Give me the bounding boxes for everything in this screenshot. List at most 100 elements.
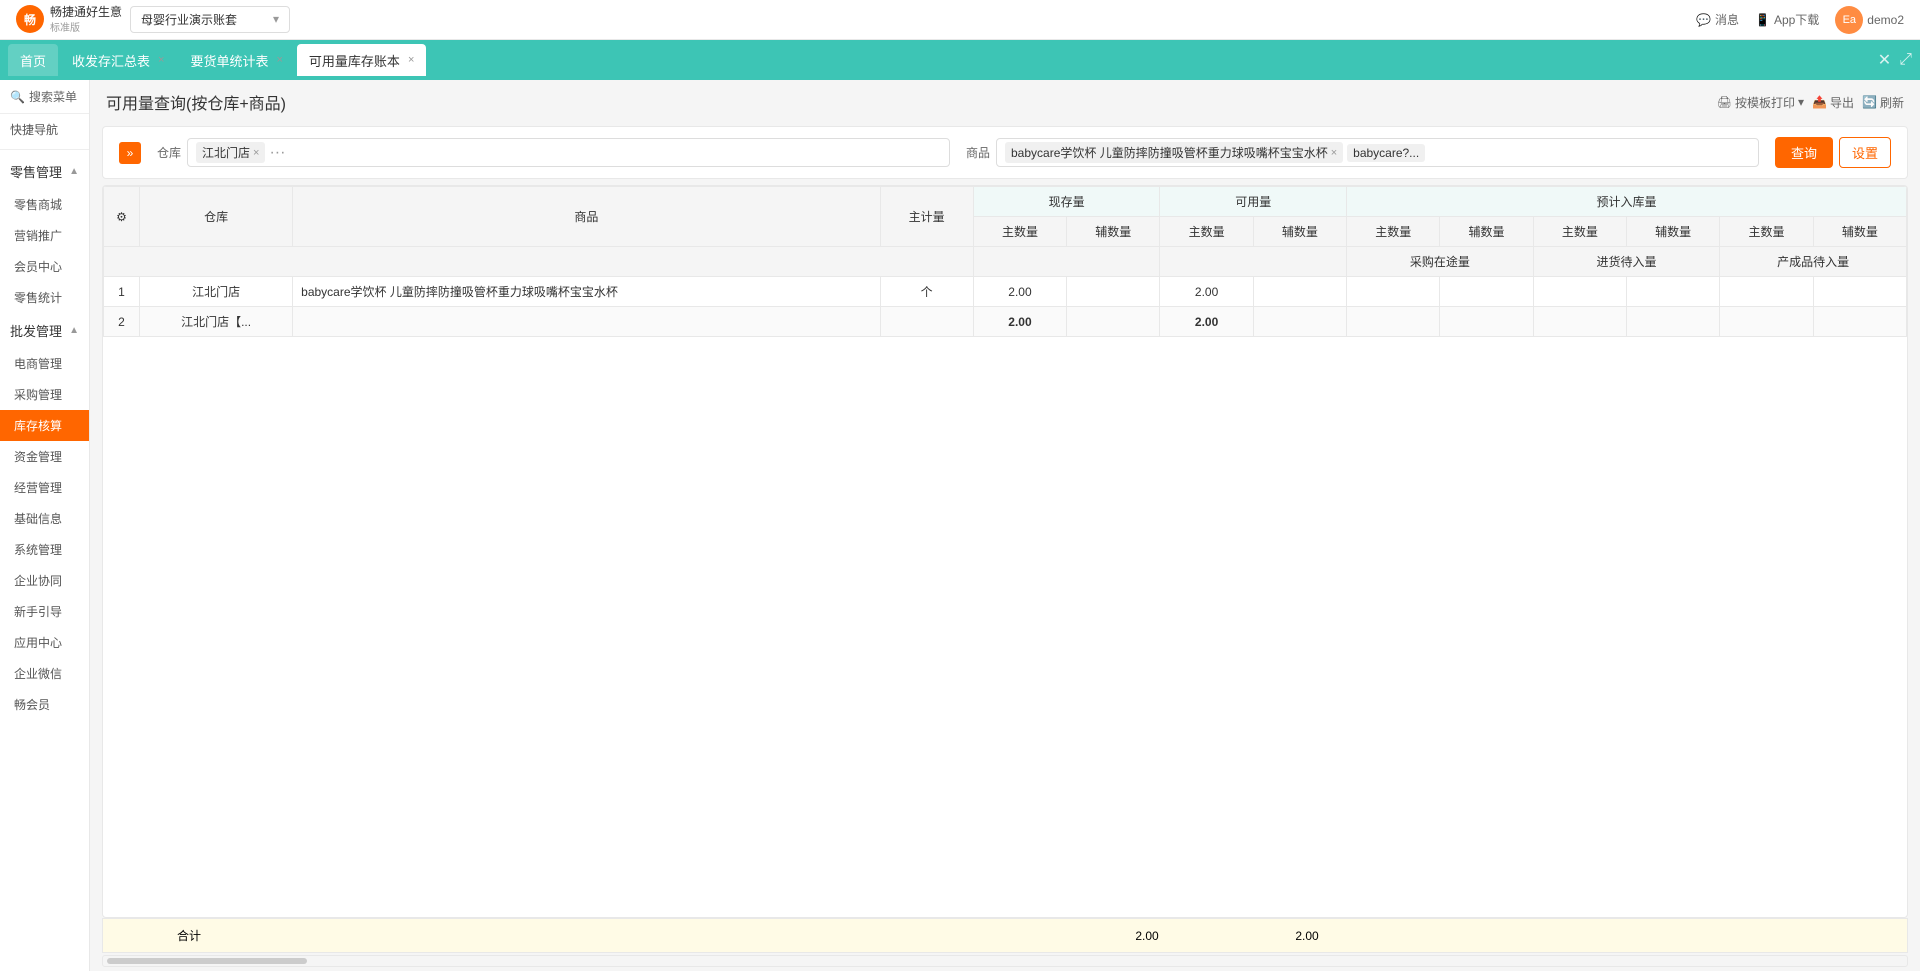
sidebar-item-collab[interactable]: 企业协同 — [0, 565, 89, 596]
avail-main-qty-header: 主数量 — [1160, 217, 1253, 247]
sidebar-item-marketing[interactable]: 营销推广 — [0, 220, 89, 251]
sidebar: 🔍 搜索菜单 快捷导航 零售管理 ▲ 零售商城 营销推广 会员中心 零售统计 批… — [0, 80, 90, 971]
subtotal-arrival-main — [1533, 307, 1626, 337]
subtotal-arrival-sub — [1627, 307, 1720, 337]
top-bar-left: 畅 畅捷通好生意 标准版 母婴行业演示账套 ▾ — [16, 5, 290, 34]
sidebar-item-wechat[interactable]: 企业微信 — [0, 658, 89, 689]
sidebar-item-quick-nav[interactable]: 快捷导航 — [0, 114, 89, 145]
top-bar-right: 💬 消息 📱 App下载 Ea demo2 — [1696, 6, 1904, 34]
subtotal-stock-main: 2.00 — [973, 307, 1066, 337]
filter-expand-button[interactable]: » — [119, 142, 141, 164]
sidebar-item-inventory[interactable]: 库存核算 — [0, 410, 89, 441]
search-menu-button[interactable]: 🔍 搜索菜单 — [0, 80, 89, 114]
tab-order-stats[interactable]: 要货单统计表 × — [178, 44, 294, 76]
table-row: 1 江北门店 babycare学饮杯 儿童防摔防撞吸管杯重力球吸嘴杯宝宝水杯 个… — [104, 277, 1907, 307]
subtotal-goods — [293, 307, 880, 337]
sidebar-divider — [0, 149, 89, 150]
purchase-transit-group-header: 采购在途量 — [1347, 247, 1534, 277]
scrollbar-thumb[interactable] — [107, 958, 307, 964]
warehouse-filter-group: 仓库 江北门店 × ··· — [157, 138, 950, 167]
tab-close-available-stock[interactable]: × — [408, 54, 414, 66]
message-button[interactable]: 💬 消息 — [1696, 11, 1739, 28]
warehouse-filter-input[interactable]: 江北门店 × ··· — [187, 138, 950, 167]
main-unit-header: 主计量 — [880, 187, 973, 247]
subtotal-no: 2 — [104, 307, 140, 337]
warehouse-filter-label: 仓库 — [157, 144, 181, 161]
settings-button[interactable]: 设置 — [1839, 137, 1891, 168]
industry-select[interactable]: 母婴行业演示账套 ▾ — [130, 6, 290, 33]
refresh-icon: 🔄 — [1862, 95, 1877, 109]
query-button[interactable]: 查询 — [1775, 137, 1833, 168]
arrival-pending-group-header: 进货待入量 — [1533, 247, 1720, 277]
warehouse-tag-jiangbei[interactable]: 江北门店 × — [196, 142, 265, 163]
stock-main-qty-header: 主数量 — [973, 217, 1066, 247]
sidebar-item-newbie[interactable]: 新手引导 — [0, 596, 89, 627]
remove-goods-tag[interactable]: × — [1331, 147, 1337, 159]
subtotal-warehouse: 江北门店【... — [140, 307, 293, 337]
gear-header[interactable]: ⚙ — [104, 187, 140, 247]
remove-warehouse-tag[interactable]: × — [253, 147, 259, 159]
warehouse-header: 仓库 — [140, 187, 293, 247]
subtotal-stock-sub — [1067, 307, 1160, 337]
subtotal-unit — [880, 307, 973, 337]
message-icon: 💬 — [1696, 13, 1711, 27]
page-actions: 🖨 按模板打印 ▾ 📤 导出 🔄 刷新 — [1717, 94, 1904, 111]
tab-close-summary[interactable]: × — [158, 54, 164, 66]
brand-icon: 畅 — [16, 5, 44, 33]
arrival-main-header: 主数量 — [1533, 217, 1626, 247]
page-title: 可用量查询(按仓库+商品) — [106, 90, 286, 114]
planned-in-header: 预计入库量 — [1347, 187, 1907, 217]
prod-main-header: 主数量 — [1720, 217, 1813, 247]
subtotal-prod-main — [1720, 307, 1813, 337]
sidebar-item-members[interactable]: 会员中心 — [0, 251, 89, 282]
brand-name: 畅捷通好生意 — [50, 5, 122, 19]
sidebar-item-basic-info[interactable]: 基础信息 — [0, 503, 89, 534]
sidebar-item-retail-stats[interactable]: 零售统计 — [0, 282, 89, 313]
tab-home[interactable]: 首页 — [8, 44, 58, 76]
current-stock-header: 现存量 — [973, 187, 1160, 217]
stock-sub-qty-header: 辅数量 — [1067, 217, 1160, 247]
goods-tag-babycare[interactable]: babycare学饮杯 儿童防摔防撞吸管杯重力球吸嘴杯宝宝水杯 × — [1005, 142, 1343, 163]
sidebar-item-purchase[interactable]: 采购管理 — [0, 379, 89, 410]
maximize-button[interactable]: ⤢ — [1899, 51, 1912, 69]
print-icon: 🖨 — [1717, 95, 1732, 109]
tab-available-stock[interactable]: 可用量库存账本 × — [297, 44, 426, 76]
tab-close-order-stats[interactable]: × — [276, 54, 282, 66]
user-menu[interactable]: Ea demo2 — [1835, 6, 1904, 34]
export-icon: 📤 — [1812, 95, 1827, 109]
goods-header: 商品 — [293, 187, 880, 247]
goods-tag-babycare2[interactable]: babycare?... — [1347, 144, 1425, 162]
template-print-button[interactable]: 🖨 按模板打印 ▾ — [1717, 94, 1804, 111]
sidebar-item-retail-mall[interactable]: 零售商城 — [0, 189, 89, 220]
export-button[interactable]: 📤 导出 — [1812, 94, 1854, 111]
sidebar-item-app-center[interactable]: 应用中心 — [0, 627, 89, 658]
table-row-subtotal: 2 江北门店【... 2.00 2.00 — [104, 307, 1907, 337]
horizontal-scrollbar[interactable] — [102, 955, 1908, 967]
data-table: ⚙ 仓库 商品 主计量 现存量 可用量 预计入库量 主数量 辅数量 主数量 辅数… — [103, 186, 1907, 337]
brand-logo: 畅 畅捷通好生意 标准版 — [16, 5, 122, 34]
footer-label: 合计 — [139, 927, 239, 944]
sidebar-item-ecommerce[interactable]: 电商管理 — [0, 348, 89, 379]
sidebar-menu-wholesale[interactable]: 批发管理 ▲ — [0, 313, 89, 348]
sidebar-item-operations[interactable]: 经营管理 — [0, 472, 89, 503]
tab-summary[interactable]: 收发存汇总表 × — [60, 44, 176, 76]
avail-sub-qty-header: 辅数量 — [1253, 217, 1346, 247]
row-avail-main: 2.00 — [1160, 277, 1253, 307]
data-table-area: ⚙ 仓库 商品 主计量 现存量 可用量 预计入库量 主数量 辅数量 主数量 辅数… — [102, 185, 1908, 918]
row-warehouse: 江北门店 — [140, 277, 293, 307]
app-download-button[interactable]: 📱 App下载 — [1755, 11, 1819, 28]
sidebar-menu-retail[interactable]: 零售管理 ▲ — [0, 154, 89, 189]
goods-filter-input[interactable]: babycare学饮杯 儿童防摔防撞吸管杯重力球吸嘴杯宝宝水杯 × babyca… — [996, 138, 1759, 167]
sidebar-item-member[interactable]: 畅会员 — [0, 689, 89, 720]
warehouse-filter-ellipsis[interactable]: ··· — [269, 144, 285, 162]
purchase-transit-sub-header: 辅数量 — [1440, 217, 1533, 247]
table-footer: 合计 2.00 2.00 — [102, 918, 1908, 953]
sidebar-item-finance[interactable]: 资金管理 — [0, 441, 89, 472]
refresh-button[interactable]: 🔄 刷新 — [1862, 94, 1904, 111]
arrival-sub-header: 辅数量 — [1627, 217, 1720, 247]
filter-bar: » 仓库 江北门店 × ··· 商品 babycare学饮杯 儿童防摔防撞吸管杯… — [102, 126, 1908, 179]
close-all-tabs-button[interactable]: ✕ — [1878, 50, 1891, 70]
filter-actions: 查询 设置 — [1775, 137, 1891, 168]
row-stock-sub — [1067, 277, 1160, 307]
sidebar-item-system[interactable]: 系统管理 — [0, 534, 89, 565]
